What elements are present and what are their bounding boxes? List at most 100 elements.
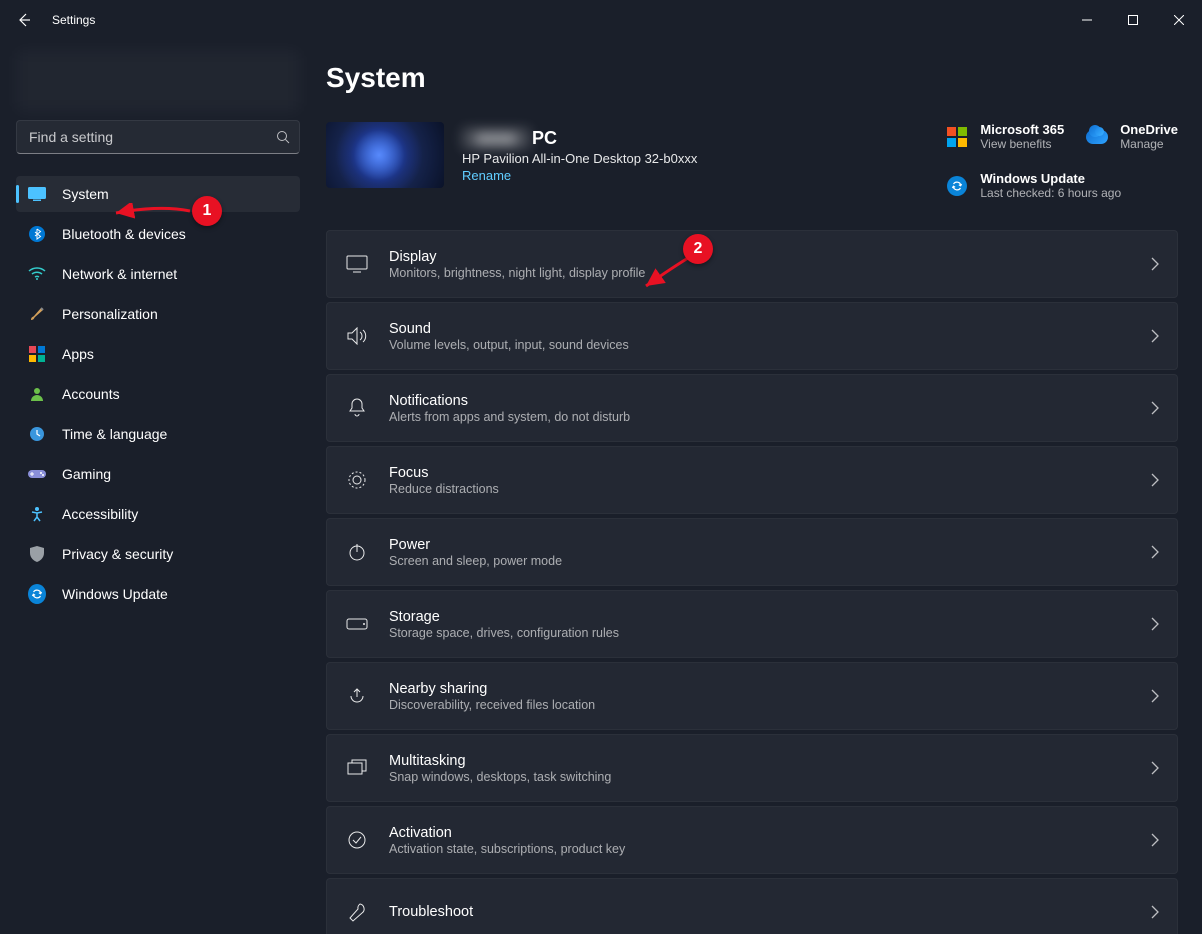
info-card-title: OneDrive [1120,122,1178,137]
sidebar-item-gaming[interactable]: Gaming [16,456,300,492]
setting-sub: Volume levels, output, input, sound devi… [389,338,1131,352]
chevron-right-icon [1151,761,1159,775]
setting-card-activation[interactable]: ActivationActivation state, subscription… [326,806,1178,874]
setting-card-troubleshoot[interactable]: Troubleshoot [326,878,1178,934]
wifi-icon [28,265,46,283]
windows-update-icon [946,175,968,197]
device-thumbnail [326,122,444,188]
setting-title: Notifications [389,393,1131,409]
sidebar-item-apps[interactable]: Apps [16,336,300,372]
sidebar-item-time-language[interactable]: Time & language [16,416,300,452]
info-card-ms365[interactable]: Microsoft 365 View benefits [946,122,1064,151]
device-info-block: xxxxPC HP Pavilion All-in-One Desktop 32… [326,122,926,188]
back-button[interactable] [14,10,34,30]
windows-update-icon [28,585,46,603]
page-title: System [326,62,1178,94]
device-name: xxxxPC [462,128,697,149]
window-controls [1064,4,1202,36]
sound-icon [345,324,369,348]
sidebar-item-label: System [62,186,109,202]
share-icon [345,684,369,708]
chevron-right-icon [1151,833,1159,847]
search-icon [276,130,290,144]
multitasking-icon [345,756,369,780]
setting-title: Troubleshoot [389,904,1131,920]
setting-title: Power [389,537,1131,553]
sidebar-item-network[interactable]: Network & internet [16,256,300,292]
sidebar-item-label: Privacy & security [62,546,173,562]
setting-sub: Storage space, drives, configuration rul… [389,626,1131,640]
chevron-right-icon [1151,257,1159,271]
sidebar-item-label: Apps [62,346,94,362]
microsoft-365-icon [946,126,968,148]
setting-card-storage[interactable]: StorageStorage space, drives, configurat… [326,590,1178,658]
setting-title: Activation [389,825,1131,841]
sidebar-item-accessibility[interactable]: Accessibility [16,496,300,532]
window-title: Settings [52,13,95,27]
setting-title: Multitasking [389,753,1131,769]
user-profile[interactable] [16,50,300,112]
minimize-button[interactable] [1064,4,1110,36]
sidebar-item-windows-update[interactable]: Windows Update [16,576,300,612]
setting-sub: Reduce distractions [389,482,1131,496]
sidebar-item-label: Accounts [62,386,120,402]
setting-card-nearby-sharing[interactable]: Nearby sharingDiscoverability, received … [326,662,1178,730]
apps-icon [28,345,46,363]
setting-card-notifications[interactable]: NotificationsAlerts from apps and system… [326,374,1178,442]
setting-sub: Monitors, brightness, night light, displ… [389,266,1131,280]
setting-sub: Snap windows, desktops, task switching [389,770,1131,784]
setting-card-power[interactable]: PowerScreen and sleep, power mode [326,518,1178,586]
chevron-right-icon [1151,617,1159,631]
setting-card-display[interactable]: DisplayMonitors, brightness, night light… [326,230,1178,298]
info-card-title: Microsoft 365 [980,122,1064,137]
power-icon [345,540,369,564]
device-model: HP Pavilion All-in-One Desktop 32-b0xxx [462,151,697,166]
chevron-right-icon [1151,545,1159,559]
sidebar-item-label: Windows Update [62,586,168,602]
clock-icon [28,425,46,443]
setting-sub: Activation state, subscriptions, product… [389,842,1131,856]
storage-icon [345,612,369,636]
onedrive-icon [1086,126,1108,148]
sidebar-item-label: Time & language [62,426,167,442]
setting-card-sound[interactable]: SoundVolume levels, output, input, sound… [326,302,1178,370]
chevron-right-icon [1151,689,1159,703]
sidebar-item-accounts[interactable]: Accounts [16,376,300,412]
info-card-windows-update[interactable]: Windows Update Last checked: 6 hours ago [946,171,1178,200]
person-icon [28,385,46,403]
search-box [16,120,300,154]
info-card-sub: Manage [1120,137,1178,151]
sidebar-item-label: Gaming [62,466,111,482]
maximize-button[interactable] [1110,4,1156,36]
close-button[interactable] [1156,4,1202,36]
rename-link[interactable]: Rename [462,168,697,183]
setting-title: Sound [389,321,1131,337]
sidebar-item-bluetooth[interactable]: Bluetooth & devices [16,216,300,252]
chevron-right-icon [1151,473,1159,487]
paintbrush-icon [28,305,46,323]
focus-icon [345,468,369,492]
sidebar-item-label: Personalization [62,306,158,322]
setting-title: Storage [389,609,1131,625]
annotation-badge-1: 1 [192,196,222,226]
sidebar: System Bluetooth & devices Network & int… [0,40,310,934]
setting-card-multitasking[interactable]: MultitaskingSnap windows, desktops, task… [326,734,1178,802]
shield-icon [28,545,46,563]
wrench-icon [345,900,369,924]
sidebar-item-privacy[interactable]: Privacy & security [16,536,300,572]
display-icon [345,252,369,276]
chevron-right-icon [1151,401,1159,415]
setting-title: Display [389,249,1131,265]
gaming-icon [28,465,46,483]
setting-sub: Discoverability, received files location [389,698,1131,712]
info-card-onedrive[interactable]: OneDrive Manage [1086,122,1178,151]
sidebar-item-personalization[interactable]: Personalization [16,296,300,332]
settings-list: DisplayMonitors, brightness, night light… [326,230,1178,934]
setting-card-focus[interactable]: FocusReduce distractions [326,446,1178,514]
titlebar: Settings [0,0,1202,40]
sidebar-item-system[interactable]: System [16,176,300,212]
setting-title: Focus [389,465,1131,481]
search-input[interactable] [16,120,300,154]
setting-sub: Screen and sleep, power mode [389,554,1131,568]
check-circle-icon [345,828,369,852]
